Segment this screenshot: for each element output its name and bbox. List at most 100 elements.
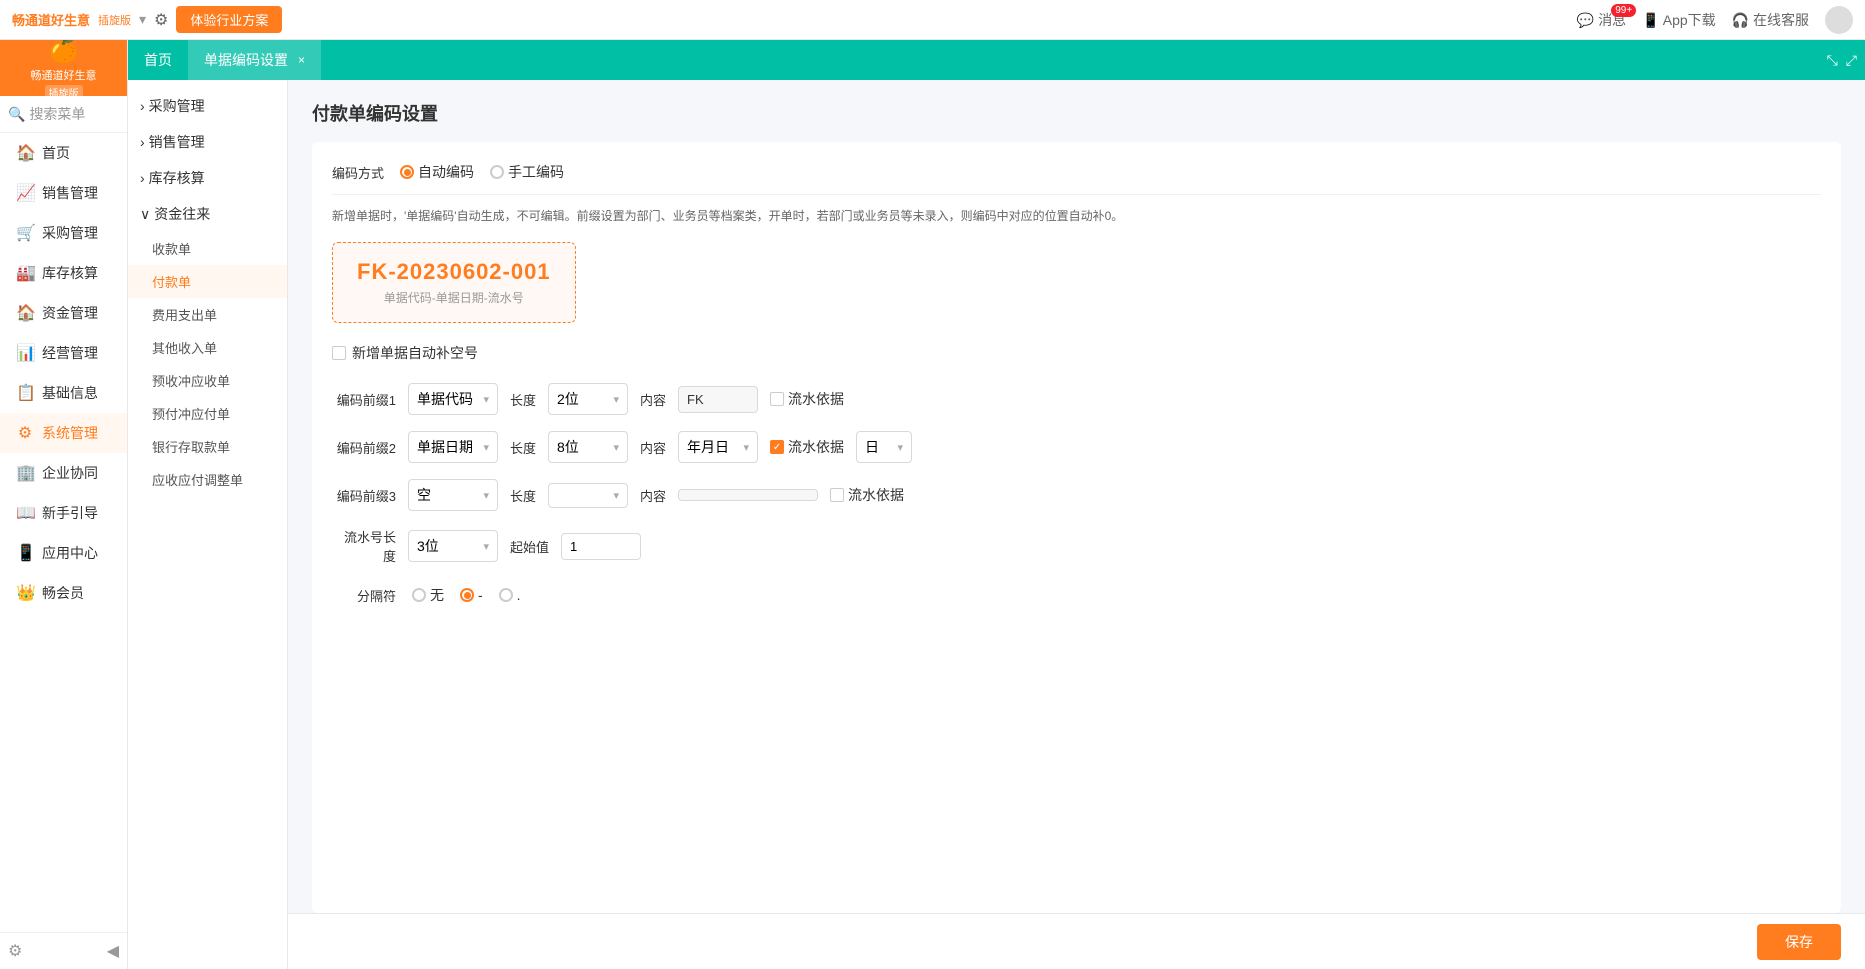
prefix1-select[interactable]: 单据代码 ▾ bbox=[408, 383, 498, 415]
prefix2-value: 单据日期 bbox=[417, 437, 473, 457]
sec-group-inventory-header[interactable]: › 库存核算 bbox=[128, 160, 287, 196]
sec-item-bank[interactable]: 银行存取款单 bbox=[128, 430, 287, 463]
sec-group-inventory[interactable]: › 库存核算 bbox=[128, 160, 287, 196]
sec-item-prepay-receivable[interactable]: 预收冲应收单 bbox=[128, 364, 287, 397]
sec-item-payment[interactable]: 付款单 bbox=[128, 265, 287, 298]
prefix1-length-select[interactable]: 2位 ▾ bbox=[548, 383, 628, 415]
tab-current[interactable]: 单据编码设置 × bbox=[188, 40, 321, 80]
sidebar-item-purchase[interactable]: 🛒 采购管理 bbox=[0, 213, 127, 253]
sidebar-item-enterprise[interactable]: 🏢 企业协同 bbox=[0, 453, 127, 493]
sep-dot-option[interactable]: . bbox=[499, 587, 521, 603]
sidebar-secondary: › 采购管理 › 销售管理 › 库存核算 bbox=[128, 80, 288, 969]
tab-home-label: 首页 bbox=[144, 50, 172, 70]
tab-shrink-icon[interactable]: ⤡ bbox=[1827, 52, 1838, 69]
prefix3-length-select[interactable]: ▾ bbox=[548, 483, 628, 508]
sales-group-label: 销售管理 bbox=[149, 132, 205, 152]
main-layout: 🍊 畅通道好生意 插旋版 🔍 搜索菜单 🏠 首页 📈 销售管理 🛒 采购管理 🏭 bbox=[0, 40, 1865, 969]
sec-item-receipt[interactable]: 收款单 bbox=[128, 232, 287, 265]
trial-button[interactable]: 体验行业方案 bbox=[176, 6, 282, 33]
save-button[interactable]: 保存 bbox=[1757, 924, 1841, 960]
prefix2-select[interactable]: 单据日期 ▾ bbox=[408, 431, 498, 463]
tab-close-icon[interactable]: × bbox=[298, 53, 305, 67]
tab-home[interactable]: 首页 bbox=[128, 40, 188, 80]
sidebar-search[interactable]: 🔍 搜索菜单 bbox=[0, 96, 127, 133]
prefix2-waterflow-checkbox[interactable]: ✓ bbox=[770, 440, 784, 454]
prefix2-length-select[interactable]: 8位 ▾ bbox=[548, 431, 628, 463]
manual-encode-option[interactable]: 手工编码 bbox=[490, 162, 564, 182]
start-label: 起始值 bbox=[510, 537, 549, 556]
prefix2-length-arrow-icon: ▾ bbox=[613, 441, 619, 454]
member-icon: 👑 bbox=[16, 583, 34, 603]
auto-encode-radio[interactable] bbox=[400, 165, 414, 179]
prefix1-value: 单据代码 bbox=[417, 389, 473, 409]
prefix1-waterflow-checkbox[interactable] bbox=[770, 392, 784, 406]
sep-none-option[interactable]: 无 bbox=[412, 585, 444, 605]
prefix3-select[interactable]: 空 ▾ bbox=[408, 479, 498, 511]
auto-fill-checkbox[interactable] bbox=[332, 346, 346, 360]
sec-group-sales[interactable]: › 销售管理 bbox=[128, 124, 287, 160]
user-avatar[interactable] bbox=[1825, 6, 1853, 34]
online-service-icon: 🎧 bbox=[1732, 12, 1749, 28]
start-input[interactable] bbox=[561, 533, 641, 560]
prefix2-content-arrow-icon: ▾ bbox=[744, 441, 750, 454]
message-wrap[interactable]: 💬 消息 99+ bbox=[1577, 10, 1626, 30]
operations-label: 经营管理 bbox=[42, 343, 98, 363]
dropdown-arrow-icon[interactable]: ▾ bbox=[139, 11, 146, 28]
sec-group-purchase[interactable]: › 采购管理 bbox=[128, 88, 287, 124]
sep-dash-radio[interactable] bbox=[460, 588, 474, 602]
sidebar-item-apps[interactable]: 📱 应用中心 bbox=[0, 533, 127, 573]
sidebar-nav: 🏠 首页 📈 销售管理 🛒 采购管理 🏭 库存核算 🏠 资金管理 📊 经 bbox=[0, 133, 127, 932]
online-service[interactable]: 🎧 在线客服 bbox=[1732, 10, 1809, 30]
home-label: 首页 bbox=[42, 143, 70, 163]
sep-none-radio[interactable] bbox=[412, 588, 426, 602]
auto-encode-option[interactable]: 自动编码 bbox=[400, 162, 474, 182]
prefix2-row: 编码前缀2 单据日期 ▾ 长度 8位 ▾ 内容 年月日 bbox=[332, 431, 1821, 463]
base-icon: 📋 bbox=[16, 383, 34, 403]
sidebar-item-base[interactable]: 📋 基础信息 bbox=[0, 373, 127, 413]
sec-group-finance: ∨ 资金往来 收款单 付款单 费用支出单 其他收入单 预收冲应收单 预付冲应付单… bbox=[128, 196, 287, 496]
sales-arrow-icon: › bbox=[140, 134, 145, 150]
sidebar-item-home[interactable]: 🏠 首页 bbox=[0, 133, 127, 173]
sec-group-sales-header[interactable]: › 销售管理 bbox=[128, 124, 287, 160]
sec-item-adjustment[interactable]: 应收应付调整单 bbox=[128, 463, 287, 496]
enterprise-icon: 🏢 bbox=[16, 463, 34, 483]
sidebar-item-finance[interactable]: 🏠 资金管理 bbox=[0, 293, 127, 333]
sidebar-item-system[interactable]: ⚙ 系统管理 bbox=[0, 413, 127, 453]
prefix2-day-value: 日 bbox=[865, 437, 879, 457]
operations-icon: 📊 bbox=[16, 343, 34, 363]
tab-expand-icon[interactable]: ⤢ bbox=[1846, 52, 1857, 69]
manual-encode-radio[interactable] bbox=[490, 165, 504, 179]
sec-item-expense[interactable]: 费用支出单 bbox=[128, 298, 287, 331]
serial-label: 流水号长度 bbox=[332, 527, 396, 565]
prefix2-arrow-icon: ▾ bbox=[483, 441, 489, 454]
sidebar-item-newbie[interactable]: 📖 新手引导 bbox=[0, 493, 127, 533]
prefix1-arrow-icon: ▾ bbox=[483, 393, 489, 406]
sep-dash-option[interactable]: - bbox=[460, 587, 483, 603]
inventory-icon: 🏭 bbox=[16, 263, 34, 283]
prefix3-length-label: 长度 bbox=[510, 486, 536, 505]
sec-item-other-income[interactable]: 其他收入单 bbox=[128, 331, 287, 364]
auto-fill-row: 新增单据自动补空号 bbox=[332, 343, 1821, 363]
inventory-label: 库存核算 bbox=[42, 263, 98, 283]
sidebar-item-operations[interactable]: 📊 经营管理 bbox=[0, 333, 127, 373]
prefix2-length-value: 8位 bbox=[557, 437, 579, 457]
settings-icon[interactable]: ⚙ bbox=[154, 10, 168, 30]
sidebar-item-sales[interactable]: 📈 销售管理 bbox=[0, 173, 127, 213]
prefix2-content-select[interactable]: 年月日 ▾ bbox=[678, 431, 758, 463]
settings-bottom-icon[interactable]: ⚙ bbox=[8, 941, 22, 961]
sep-dot-radio[interactable] bbox=[499, 588, 513, 602]
prefix2-content-value: 年月日 bbox=[687, 437, 729, 457]
collapse-icon[interactable]: ◀ bbox=[107, 941, 119, 961]
sidebar-item-inventory[interactable]: 🏭 库存核算 bbox=[0, 253, 127, 293]
sec-group-purchase-header[interactable]: › 采购管理 bbox=[128, 88, 287, 124]
settings-card: 编码方式 自动编码 手工编码 bbox=[312, 142, 1841, 913]
serial-select[interactable]: 3位 ▾ bbox=[408, 530, 498, 562]
app-download[interactable]: 📱 App下载 bbox=[1642, 10, 1715, 30]
sidebar-item-member[interactable]: 👑 畅会员 bbox=[0, 573, 127, 613]
preview-box: FK-20230602-001 单据代码-单据日期-流水号 bbox=[332, 242, 576, 323]
prefix1-length-label: 长度 bbox=[510, 390, 536, 409]
prefix2-day-select[interactable]: 日 ▾ bbox=[856, 431, 912, 463]
sec-item-prepay-payable[interactable]: 预付冲应付单 bbox=[128, 397, 287, 430]
prefix3-waterflow-checkbox[interactable] bbox=[830, 488, 844, 502]
sec-group-finance-header[interactable]: ∨ 资金往来 bbox=[128, 196, 287, 232]
